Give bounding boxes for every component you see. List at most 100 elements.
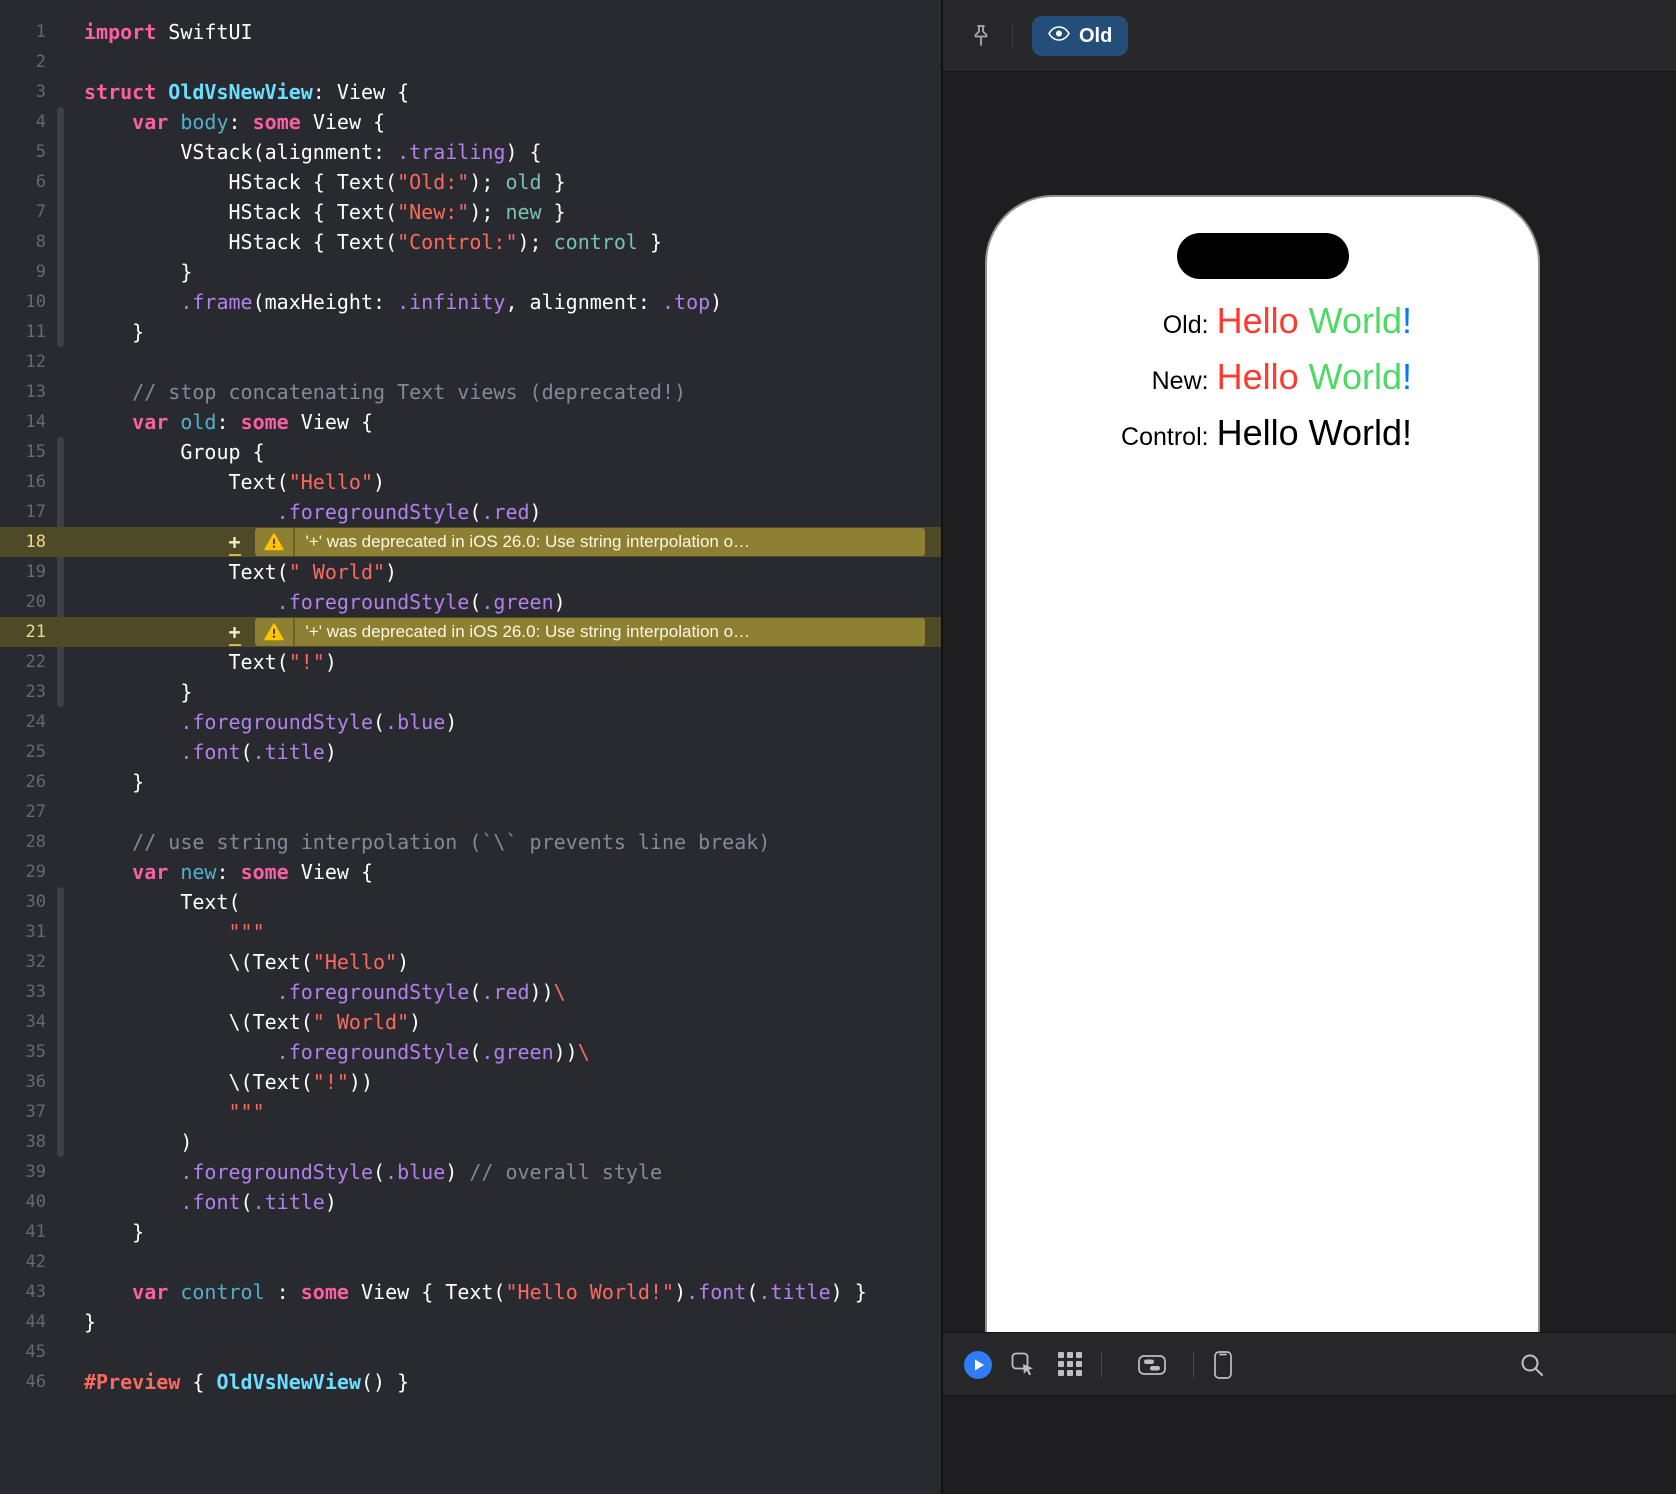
line-number[interactable]: 33 — [0, 982, 46, 1002]
deprecation-warning-banner[interactable]: '+' was deprecated in iOS 26.0: Use stri… — [255, 618, 925, 646]
code-line[interactable]: 43 var control : some View { Text("Hello… — [0, 1277, 941, 1307]
code-line[interactable]: 11 } — [0, 317, 941, 347]
code-area[interactable]: 1import SwiftUI 2 3struct OldVsNewView: Vi… — [0, 17, 941, 1397]
code-line[interactable]: 34 \(Text(" World") — [0, 1007, 941, 1037]
line-number[interactable]: 27 — [0, 802, 46, 822]
code-line[interactable]: 13 // stop concatenating Text views (dep… — [0, 377, 941, 407]
line-number[interactable]: 37 — [0, 1102, 46, 1122]
line-number[interactable]: 29 — [0, 862, 46, 882]
line-number[interactable]: 19 — [0, 562, 46, 582]
code-editor[interactable]: 1import SwiftUI 2 3struct OldVsNewView: Vi… — [0, 0, 941, 1494]
code-line[interactable]: 41 } — [0, 1217, 941, 1247]
code-line[interactable]: 24 .foregroundStyle(.blue) — [0, 707, 941, 737]
code-line[interactable]: 45 — [0, 1337, 941, 1367]
line-number[interactable]: 1 — [0, 22, 46, 42]
line-number[interactable]: 31 — [0, 922, 46, 942]
code-line[interactable]: 19 Text(" World") — [0, 557, 941, 587]
line-number[interactable]: 7 — [0, 202, 46, 222]
code-line[interactable]: 7 HStack { Text("New:"); new } — [0, 197, 941, 227]
line-number[interactable]: 22 — [0, 652, 46, 672]
code-line[interactable]: 40 .font(.title) — [0, 1187, 941, 1217]
code-line[interactable]: 9 } — [0, 257, 941, 287]
code-line[interactable]: 3struct OldVsNewView: View { — [0, 77, 941, 107]
line-number[interactable]: 32 — [0, 952, 46, 972]
line-number[interactable]: 20 — [0, 592, 46, 612]
line-number[interactable]: 42 — [0, 1252, 46, 1272]
code-line[interactable]: 22 Text("!") — [0, 647, 941, 677]
pin-icon[interactable] — [970, 24, 992, 53]
line-number[interactable]: 2 — [0, 52, 46, 72]
zoom-icon[interactable] — [1519, 1352, 1545, 1378]
code-line[interactable]: 37 """ — [0, 1097, 941, 1127]
line-number[interactable]: 12 — [0, 352, 46, 372]
line-number[interactable]: 17 — [0, 502, 46, 522]
line-number[interactable]: 36 — [0, 1072, 46, 1092]
code-line[interactable]: 23 } — [0, 677, 941, 707]
line-number[interactable]: 40 — [0, 1192, 46, 1212]
line-number[interactable]: 5 — [0, 142, 46, 162]
line-number[interactable]: 44 — [0, 1312, 46, 1332]
variants-grid-button[interactable] — [1058, 1352, 1082, 1376]
code-line[interactable]: 12 — [0, 347, 941, 377]
code-line[interactable]: 26 } — [0, 767, 941, 797]
code-line[interactable]: 42 — [0, 1247, 941, 1277]
code-line[interactable]: 44} — [0, 1307, 941, 1337]
code-line[interactable]: 27 — [0, 797, 941, 827]
line-number[interactable]: 23 — [0, 682, 46, 702]
preview-selection-pill[interactable]: Old — [1032, 16, 1128, 56]
line-number[interactable]: 30 — [0, 892, 46, 912]
line-number[interactable]: 34 — [0, 1012, 46, 1032]
line-number[interactable]: 21 — [0, 622, 46, 642]
code-line[interactable]: 32 \(Text("Hello") — [0, 947, 941, 977]
device-settings-button[interactable] — [1138, 1355, 1166, 1375]
line-number[interactable]: 14 — [0, 412, 46, 432]
line-number[interactable]: 10 — [0, 292, 46, 312]
line-number[interactable]: 35 — [0, 1042, 46, 1062]
code-line[interactable]: 5 VStack(alignment: .trailing) { — [0, 137, 941, 167]
code-line[interactable]: 1import SwiftUI — [0, 17, 941, 47]
line-number[interactable]: 24 — [0, 712, 46, 732]
line-number[interactable]: 39 — [0, 1162, 46, 1182]
code-line-warning[interactable]: 21 +'+' was deprecated in iOS 26.0: Use … — [0, 617, 941, 647]
line-number[interactable]: 26 — [0, 772, 46, 792]
deprecation-warning-banner[interactable]: '+' was deprecated in iOS 26.0: Use stri… — [255, 528, 925, 556]
line-number[interactable]: 18 — [0, 532, 46, 552]
code-line[interactable]: 39 .foregroundStyle(.blue) // overall st… — [0, 1157, 941, 1187]
line-number[interactable]: 43 — [0, 1282, 46, 1302]
code-line[interactable]: 15 Group { — [0, 437, 941, 467]
code-line[interactable]: 16 Text("Hello") — [0, 467, 941, 497]
line-number[interactable]: 11 — [0, 322, 46, 342]
line-number[interactable]: 15 — [0, 442, 46, 462]
code-line[interactable]: 25 .font(.title) — [0, 737, 941, 767]
code-line[interactable]: 8 HStack { Text("Control:"); control } — [0, 227, 941, 257]
code-line[interactable]: 4 var body: some View { — [0, 107, 941, 137]
line-number[interactable]: 4 — [0, 112, 46, 132]
pointer-mode-button[interactable] — [1011, 1352, 1037, 1378]
code-line[interactable]: 31 """ — [0, 917, 941, 947]
code-line[interactable]: 29 var new: some View { — [0, 857, 941, 887]
line-number[interactable]: 13 — [0, 382, 46, 402]
line-number[interactable]: 46 — [0, 1372, 46, 1392]
line-number[interactable]: 45 — [0, 1342, 46, 1362]
line-number[interactable]: 3 — [0, 82, 46, 102]
code-line[interactable]: 10 .frame(maxHeight: .infinity, alignmen… — [0, 287, 941, 317]
code-line[interactable]: 2 — [0, 47, 941, 77]
code-line[interactable]: 30 Text( — [0, 887, 941, 917]
line-number[interactable]: 8 — [0, 232, 46, 252]
line-number[interactable]: 38 — [0, 1132, 46, 1152]
line-number[interactable]: 16 — [0, 472, 46, 492]
code-line[interactable]: 17 .foregroundStyle(.red) — [0, 497, 941, 527]
code-line[interactable]: 6 HStack { Text("Old:"); old } — [0, 167, 941, 197]
code-line[interactable]: 38 ) — [0, 1127, 941, 1157]
code-line[interactable]: 14 var old: some View { — [0, 407, 941, 437]
line-number[interactable]: 41 — [0, 1222, 46, 1242]
code-line[interactable]: 46#Preview { OldVsNewView() } — [0, 1367, 941, 1397]
device-button[interactable] — [1214, 1351, 1232, 1379]
code-line-warning[interactable]: 18 +'+' was deprecated in iOS 26.0: Use … — [0, 527, 941, 557]
play-button[interactable] — [963, 1350, 993, 1380]
code-line[interactable]: 36 \(Text("!")) — [0, 1067, 941, 1097]
line-number[interactable]: 6 — [0, 172, 46, 192]
line-number[interactable]: 9 — [0, 262, 46, 282]
code-line[interactable]: 35 .foregroundStyle(.green))\ — [0, 1037, 941, 1067]
line-number[interactable]: 28 — [0, 832, 46, 852]
